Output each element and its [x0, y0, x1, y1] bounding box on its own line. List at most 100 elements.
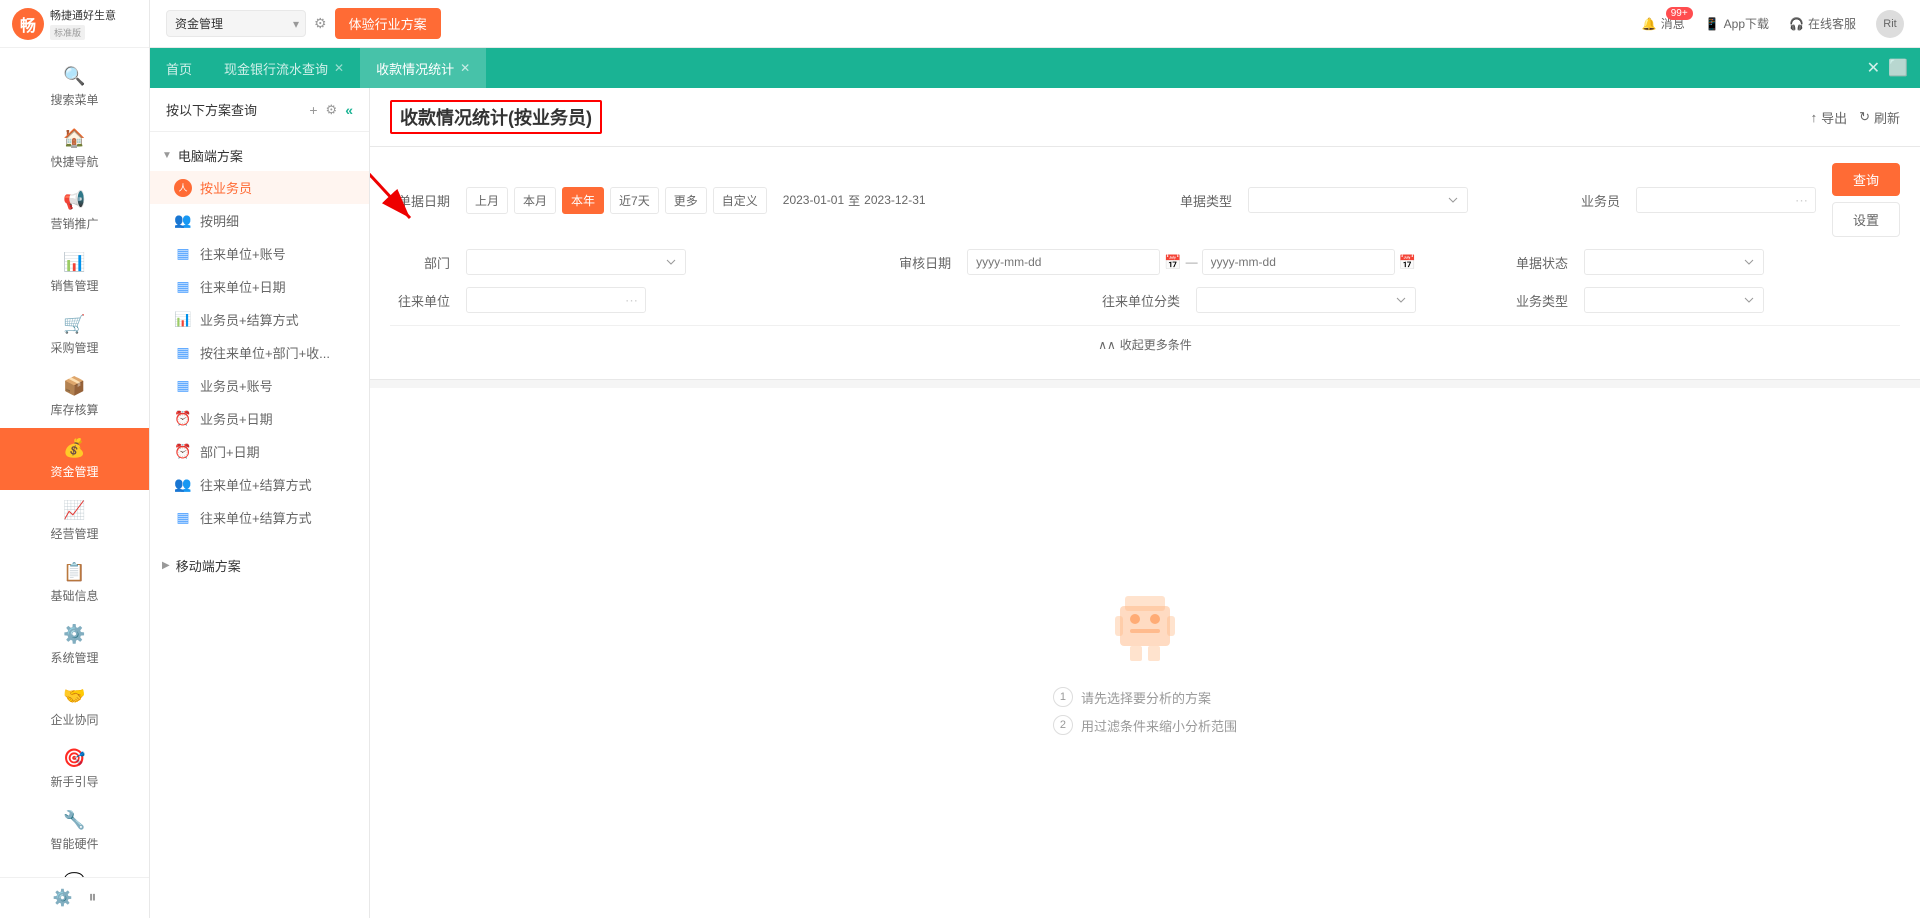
- group-expand-icon: ▼: [162, 150, 172, 161]
- scheme-type-icon: ▦: [174, 344, 192, 362]
- partner-more-icon[interactable]: ···: [625, 293, 638, 308]
- trial-button[interactable]: 体验行业方案: [335, 8, 441, 39]
- export-button[interactable]: ↑ 导出: [1811, 108, 1848, 127]
- scheme-item-unit-date[interactable]: ▦ 往来单位+日期: [150, 270, 369, 303]
- sidebar-item-basic[interactable]: 📋 基础信息: [0, 552, 149, 614]
- sidebar-item-system[interactable]: ⚙️ 系统管理: [0, 614, 149, 676]
- window-close-button[interactable]: ✕: [1867, 58, 1880, 78]
- refresh-button[interactable]: ↻ 刷新: [1859, 108, 1900, 127]
- sidebar-item-purchase[interactable]: 🛒 采购管理: [0, 304, 149, 366]
- sidebar: 畅 畅捷通好生意 标准版 🔍 搜索菜单 🏠 快捷导航 📢 营销推广 📊: [0, 0, 150, 918]
- sidebar-item-finance[interactable]: 💰 资金管理: [0, 428, 149, 490]
- collapse-filter-button[interactable]: ∧∧ 收起更多条件: [390, 325, 1900, 363]
- scheme-item-salesperson-date[interactable]: ⏰ 业务员+日期: [150, 402, 369, 435]
- scheme-item-by-salesperson[interactable]: 人 按业务员: [150, 171, 369, 204]
- topbar: 资金管理 ▾ ⚙ 体验行业方案 🔔 消息 99+ 📱 App下载 🎧: [150, 0, 1920, 48]
- partner-category-label: 往来单位分类: [1102, 291, 1180, 310]
- sidebar-item-label: 库存核算: [50, 401, 98, 418]
- mobile-group-title[interactable]: ▶ 移动端方案: [150, 550, 369, 581]
- empty-state: 1 请先选择要分析的方案 2 用过滤条件来缩小分析范围: [370, 388, 1920, 918]
- iot-icon: 🔧: [63, 810, 85, 831]
- window-maximize-button[interactable]: ⬜: [1888, 58, 1908, 78]
- panel-collapse-button[interactable]: «: [345, 102, 353, 118]
- date-btn-this-year[interactable]: 本年: [562, 187, 604, 214]
- sidebar-item-enterprise[interactable]: 🤝 企业协同: [0, 676, 149, 738]
- logo-name: 畅捷通好生意: [50, 7, 116, 23]
- sidebar-item-inventory[interactable]: 📦 库存核算: [0, 366, 149, 428]
- search-icon: 🔍: [63, 66, 85, 87]
- business-type-select[interactable]: [1584, 287, 1764, 313]
- tab-home[interactable]: 首页: [150, 48, 208, 88]
- empty-step-1: 1 请先选择要分析的方案: [1053, 687, 1237, 707]
- doc-type-select[interactable]: [1248, 187, 1468, 213]
- notification-badge: 99+: [1666, 7, 1693, 20]
- scheme-item-unit-dept[interactable]: ▦ 按往来单位+部门+收...: [150, 336, 369, 369]
- sidebar-item-iot[interactable]: 🔧 智能硬件: [0, 800, 149, 862]
- date-btn-last-month[interactable]: 上月: [466, 187, 508, 214]
- date-btn-this-month[interactable]: 本月: [514, 187, 556, 214]
- doc-status-label: 单据状态: [1508, 253, 1568, 272]
- salesperson-more-icon[interactable]: ···: [1795, 193, 1808, 208]
- partner-label: 往来单位: [390, 291, 450, 310]
- scheme-item-unit-settlement3[interactable]: ▦ 往来单位+结算方式: [150, 501, 369, 534]
- calendar-to-icon[interactable]: 📅: [1399, 254, 1416, 271]
- sidebar-item-newguide[interactable]: 🎯 新手引导: [0, 738, 149, 800]
- tab-receipt[interactable]: 收款情况统计 ✕: [360, 48, 486, 88]
- dept-label: 部门: [390, 253, 450, 272]
- scheme-item-dept-date[interactable]: ⏰ 部门+日期: [150, 435, 369, 468]
- bell-icon: 🔔: [1642, 17, 1657, 31]
- notifications-button[interactable]: 🔔 消息 99+: [1642, 15, 1685, 32]
- sidebar-item-marketing[interactable]: 📢 营销推广: [0, 180, 149, 242]
- sidebar-item-operations[interactable]: 📈 经营管理: [0, 490, 149, 552]
- scheme-item-unit-settlement2[interactable]: 👥 往来单位+结算方式: [150, 468, 369, 501]
- sidebar-item-quicknav[interactable]: 🏠 快捷导航: [0, 118, 149, 180]
- scheme-type-icon: ⏰: [174, 410, 192, 428]
- scheme-item-salesperson-settlement[interactable]: 📊 业务员+结算方式: [150, 303, 369, 336]
- add-scheme-button[interactable]: +: [309, 102, 317, 118]
- breadcrumb[interactable]: 资金管理 ▾: [166, 10, 306, 37]
- sidebar-item-sales[interactable]: 📊 销售管理: [0, 242, 149, 304]
- settings-bottom-icon[interactable]: ⚙️: [53, 888, 73, 908]
- user-avatar[interactable]: Rit: [1876, 10, 1904, 38]
- left-panel-title: 按以下方案查询: [166, 100, 257, 119]
- scheme-type-icon: ▦: [174, 377, 192, 395]
- scheme-settings-button[interactable]: ⚙: [326, 102, 338, 118]
- sidebar-logo: 畅 畅捷通好生意 标准版: [0, 0, 149, 48]
- review-date-from[interactable]: [967, 249, 1160, 275]
- salesperson-input[interactable]: [1636, 187, 1816, 213]
- review-date-to[interactable]: [1202, 249, 1395, 275]
- review-date-range: 📅 — 📅: [967, 249, 1416, 275]
- scheme-type-icon: 👥: [174, 476, 192, 494]
- main-area: 资金管理 ▾ ⚙ 体验行业方案 🔔 消息 99+ 📱 App下载 🎧: [150, 0, 1920, 918]
- date-btn-7days[interactable]: 近7天: [610, 187, 659, 214]
- sidebar-item-label: 经营管理: [50, 525, 98, 542]
- scheme-type-icon: 📊: [174, 311, 192, 329]
- doc-status-select[interactable]: [1584, 249, 1764, 275]
- collapse-sidebar-icon[interactable]: ⏸: [88, 889, 96, 907]
- desktop-group-title[interactable]: ▼ 电脑端方案: [150, 140, 369, 171]
- online-service-button[interactable]: 🎧 在线客服: [1789, 15, 1856, 32]
- sidebar-item-search[interactable]: 🔍 搜索菜单: [0, 56, 149, 118]
- calendar-from-icon[interactable]: 📅: [1164, 254, 1181, 271]
- setup-button[interactable]: 设置: [1832, 202, 1900, 237]
- date-btn-custom[interactable]: 自定义: [713, 187, 767, 214]
- scheme-item-by-detail[interactable]: 👥 按明细: [150, 204, 369, 237]
- partner-input[interactable]: [466, 287, 646, 313]
- tab-bank[interactable]: 现金银行流水查询 ✕: [208, 48, 360, 88]
- refresh-icon: ↻: [1859, 109, 1870, 125]
- scheme-item-unit-account[interactable]: ▦ 往来单位+账号: [150, 237, 369, 270]
- tab-close-bank[interactable]: ✕: [334, 61, 344, 75]
- date-btn-more[interactable]: 更多: [665, 187, 707, 214]
- empty-robot-illustration: [1095, 571, 1195, 671]
- partner-category-select[interactable]: [1196, 287, 1416, 313]
- dept-select[interactable]: [466, 249, 686, 275]
- app-download-button[interactable]: 📱 App下载: [1705, 15, 1769, 32]
- tab-close-receipt[interactable]: ✕: [460, 61, 470, 75]
- sidebar-bottom: ⚙️ ⏸: [0, 877, 149, 918]
- topbar-settings-icon[interactable]: ⚙: [314, 15, 327, 32]
- scheme-type-icon: ▦: [174, 509, 192, 527]
- scheme-item-salesperson-account[interactable]: ▦ 业务员+账号: [150, 369, 369, 402]
- left-panel-header: 按以下方案查询 + ⚙ «: [150, 88, 369, 132]
- query-button[interactable]: 查询: [1832, 163, 1900, 196]
- sidebar-item-wechat[interactable]: 💬 企业微信: [0, 862, 149, 877]
